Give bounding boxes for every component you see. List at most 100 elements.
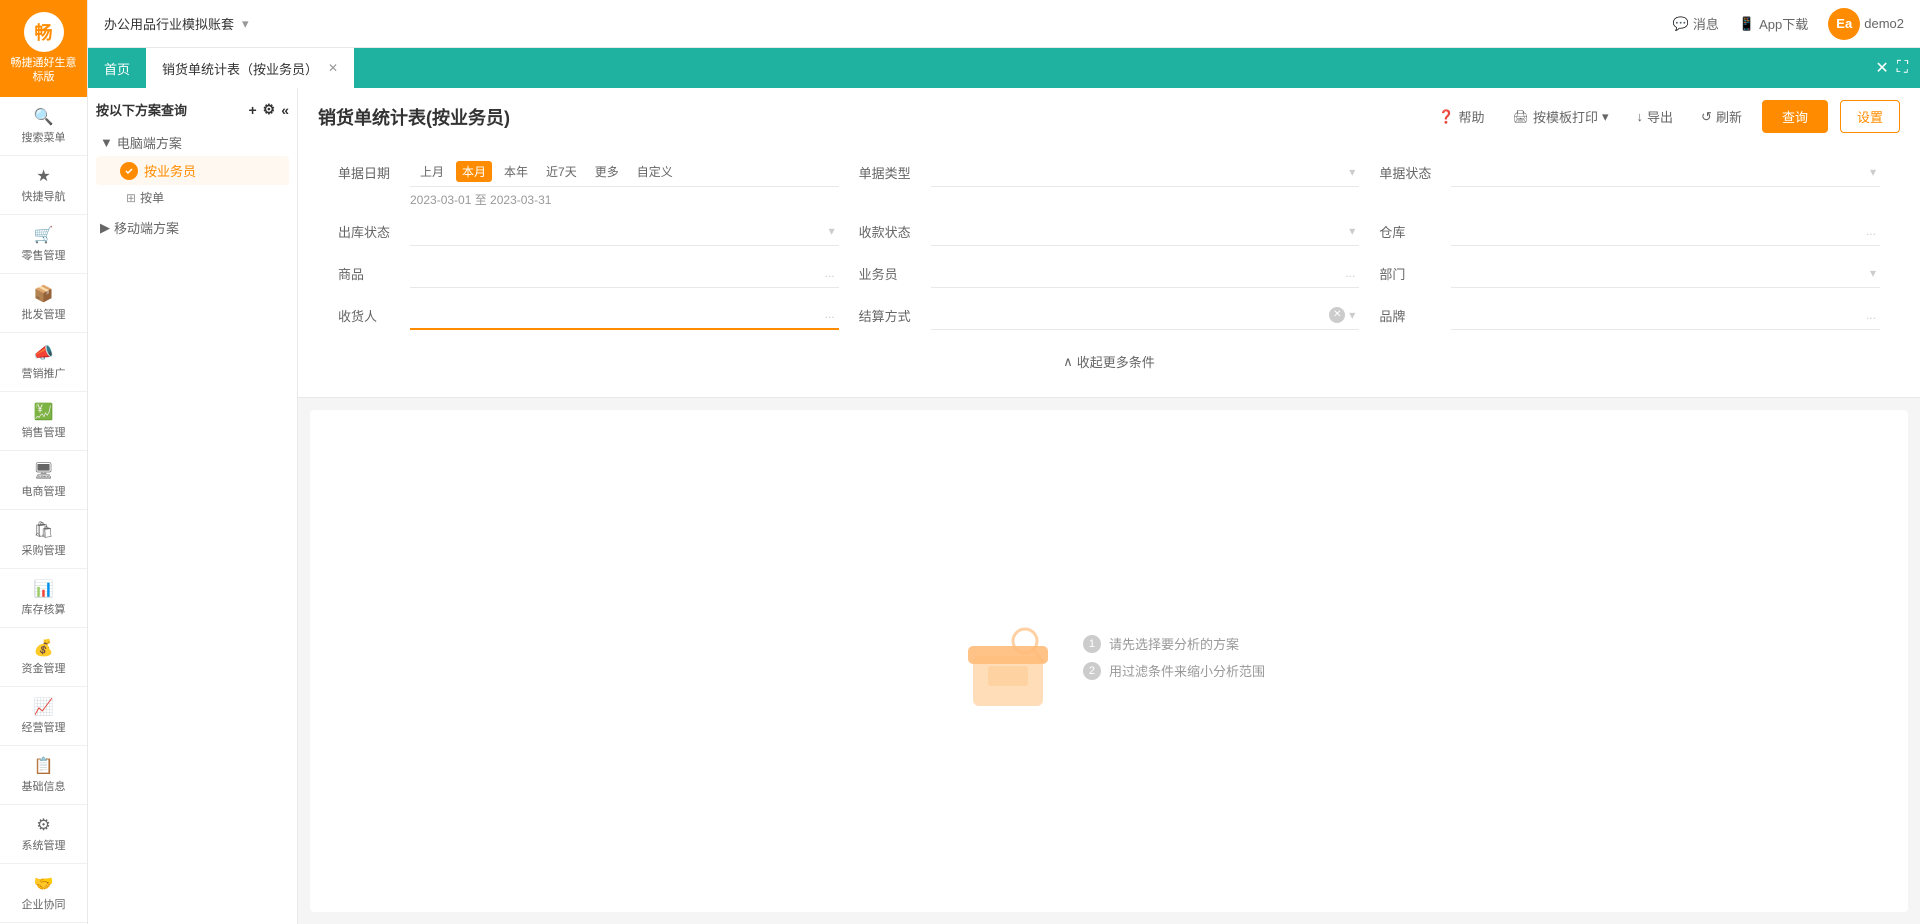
sidebar-item-retail-label: 零售管理 [4,247,83,263]
inventory-icon: 📊 [4,579,83,599]
sidebar-item-ecommerce[interactable]: 🖥 电商管理 [0,451,87,510]
sidebar: 畅 畅捷通好生意标版 🔍 搜索菜单 ★ 快捷导航 🛒 零售管理 📦 批发管理 📣… [0,0,88,924]
date-tab-custom[interactable]: 自定义 [631,161,679,182]
ecommerce-icon: 🖥 [4,461,83,481]
left-panel-icons: + ⚙ « [248,101,289,118]
settings-scheme-icon[interactable]: ⚙ [263,101,276,118]
left-panel-title: 按以下方案查询 [96,100,187,119]
left-panel-header: 按以下方案查询 + ⚙ « [96,100,289,119]
salesperson-more-icon[interactable]: ... [1345,266,1355,280]
sidebar-item-finance[interactable]: 💰 资金管理 [0,628,87,687]
sidebar-item-marketing[interactable]: 📣 营销推广 [0,333,87,392]
hint-text-1: 请先选择要分析的方案 [1109,634,1239,653]
logo-icon: 畅 [35,19,53,45]
empty-hint-2: 2 用过滤条件来缩小分析范围 [1083,661,1265,680]
print-btn[interactable]: 🖨 按模板打印 ▾ [1504,103,1616,130]
refresh-label: 刷新 [1716,107,1742,126]
export-btn[interactable]: ↓ 导出 [1629,103,1682,130]
sidebar-item-basic[interactable]: 📋 基础信息 [0,746,87,805]
collapse-icon: ∧ [1063,354,1073,370]
topbar-left: 办公用品行业模拟账套 ▾ [104,14,249,33]
warehouse-field[interactable]: ... [1451,216,1880,246]
sidebar-item-search[interactable]: 🔍 搜索菜单 [0,97,87,156]
tab-sales-stat-label: 销货单统计表（按业务员） [162,59,318,78]
workspace-dropdown-icon[interactable]: ▾ [242,16,249,32]
settlement-dropdown-icon: ▾ [1349,308,1355,322]
doc-status-field[interactable]: ▾ [1451,157,1880,187]
purchase-icon: 🛍 [4,520,83,540]
sidebar-item-system[interactable]: ⚙ 系统管理 [0,805,87,864]
tab-close-icon[interactable]: ✕ [328,61,338,75]
tab-fullscreen-icon[interactable]: ⛶ [1897,59,1908,77]
page-header: 销货单统计表(按业务员) ❓ 帮助 🖨 按模板打印 ▾ ↓ [298,88,1920,398]
date-tab-this-year[interactable]: 本年 [498,161,534,182]
sidebar-item-enterprise[interactable]: 🤝 企业协同 [0,864,87,923]
topbar-right: 💬 消息 📱 App下载 Ea demo2 [1673,8,1904,40]
sales-icon: 💹 [4,402,83,422]
add-scheme-icon[interactable]: + [248,102,256,118]
department-dropdown-icon: ▾ [1870,266,1876,280]
print-dropdown-icon: ▾ [1602,109,1609,125]
help-btn[interactable]: ❓ 帮助 [1430,103,1492,130]
goods-field[interactable]: ... [410,258,839,288]
scheme-sub-by-order[interactable]: ⊞ 按单 [96,185,289,210]
help-icon: ❓ [1438,109,1454,125]
collapse-btn[interactable]: ∧ 收起更多条件 [1051,348,1167,375]
date-tab-more[interactable]: 更多 [589,161,625,182]
sidebar-item-shortcut[interactable]: ★ 快捷导航 [0,156,87,215]
enterprise-icon: 🤝 [4,874,83,894]
doc-status-label: 单据状态 [1379,163,1451,182]
date-field-label: 单据日期 [338,163,410,182]
message-btn[interactable]: 💬 消息 [1673,14,1719,33]
salesperson-field[interactable]: ... [931,258,1360,288]
settings-button[interactable]: 设置 [1840,100,1900,133]
goods-more-icon[interactable]: ... [825,266,835,280]
recipient-more-icon[interactable]: ... [825,307,835,321]
brand-more-icon[interactable]: ... [1866,308,1876,322]
tab-home[interactable]: 首页 [88,48,146,88]
sidebar-item-retail[interactable]: 🛒 零售管理 [0,215,87,274]
scheme-group-mobile-header[interactable]: ▶ 移动端方案 [96,214,289,241]
refresh-btn[interactable]: ↺ 刷新 [1693,103,1750,130]
app-download-btn[interactable]: 📱 App下载 [1739,14,1808,33]
sidebar-item-purchase[interactable]: 🛍 采购管理 [0,510,87,569]
print-label: 按模板打印 [1533,107,1598,126]
user-name: demo2 [1864,16,1904,31]
query-button[interactable]: 查询 [1762,100,1828,133]
tab-close-all-icon[interactable]: ✕ [1875,58,1888,78]
user-menu[interactable]: Ea demo2 [1828,8,1904,40]
sidebar-item-inventory[interactable]: 📊 库存核算 [0,569,87,628]
sidebar-item-wholesale[interactable]: 📦 批发管理 [0,274,87,333]
sidebar-item-purchase-label: 采购管理 [4,542,83,558]
date-tab-this-month[interactable]: 本月 [456,161,492,182]
department-field[interactable]: ▾ [1451,258,1880,288]
scheme-group-desktop-label: 电脑端方案 [117,133,182,152]
main-area: 办公用品行业模拟账套 ▾ 💬 消息 📱 App下载 Ea demo2 首页 [88,0,1920,924]
date-tab-last-month[interactable]: 上月 [414,161,450,182]
filter-cell-out-status: 出库状态 ▾ [338,216,839,246]
sidebar-item-sales[interactable]: 💹 销售管理 [0,392,87,451]
sidebar-item-search-label: 搜索菜单 [4,129,83,145]
warehouse-more-icon[interactable]: ... [1866,224,1876,238]
content-area: 按以下方案查询 + ⚙ « ▼ 电脑端方案 按业务员 [88,88,1920,924]
wholesale-icon: 📦 [4,284,83,304]
settlement-clear-icon[interactable]: ✕ [1329,307,1345,323]
message-icon: 💬 [1673,16,1689,32]
tab-sales-stat[interactable]: 销货单统计表（按业务员） ✕ [146,48,354,88]
brand-field[interactable]: ... [1451,300,1880,330]
date-tab-7days[interactable]: 近7天 [540,161,583,182]
out-status-field[interactable]: ▾ [410,216,839,246]
receipt-status-field[interactable]: ▾ [931,216,1360,246]
recipient-input[interactable] [414,307,821,322]
hint-num-1: 1 [1083,635,1101,653]
page-title: 销货单统计表(按业务员) [318,104,510,130]
collapse-panel-icon[interactable]: « [281,102,289,118]
message-label: 消息 [1693,14,1719,33]
settlement-field[interactable]: ✕ ▾ [931,300,1360,330]
scheme-group-desktop-header[interactable]: ▼ 电脑端方案 [96,129,289,156]
doc-type-field[interactable]: ▾ [931,157,1360,187]
filter-cell-doc-status: 单据状态 ▾ [1379,157,1880,187]
logo-area[interactable]: 畅 畅捷通好生意标版 [0,0,87,97]
sidebar-item-operation[interactable]: 📈 经营管理 [0,687,87,746]
scheme-item-by-salesperson[interactable]: 按业务员 [96,156,289,185]
